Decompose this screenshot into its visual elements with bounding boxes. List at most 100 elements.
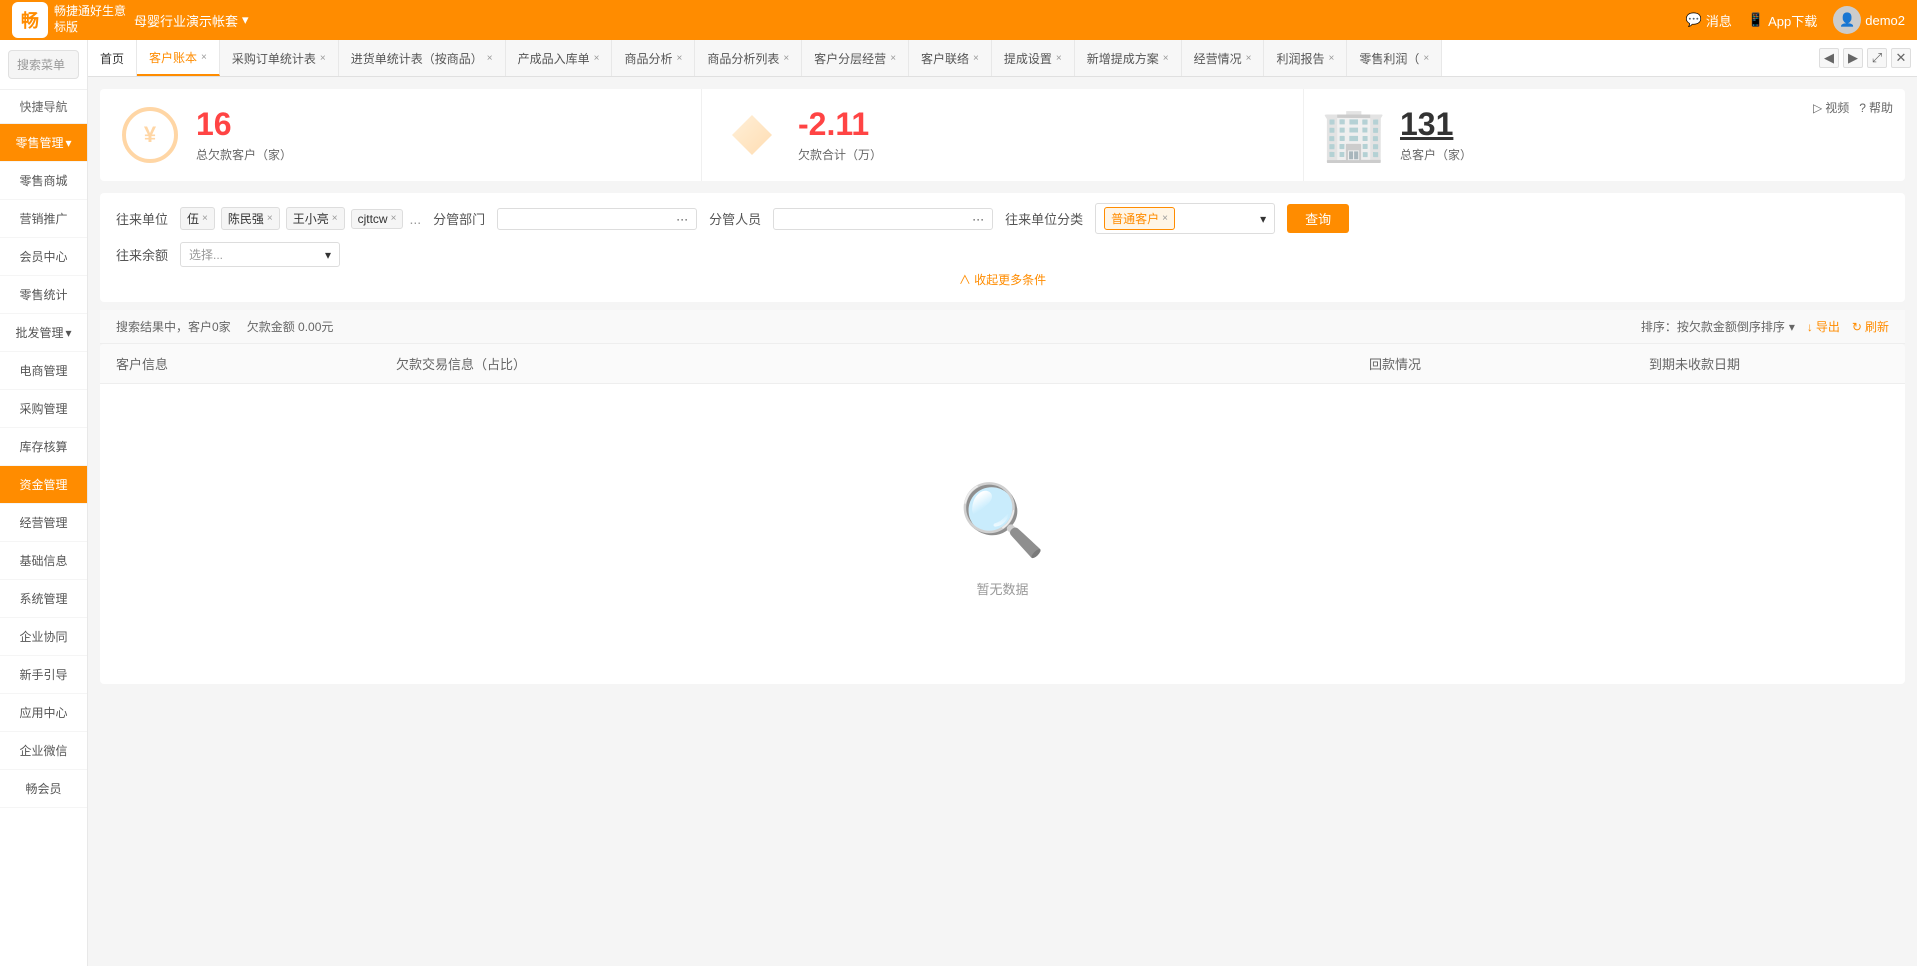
tab-accounts[interactable]: 客户账本 × bbox=[137, 40, 220, 76]
chevron-down-icon: ▾ bbox=[65, 326, 71, 340]
sidebar-item-app-center[interactable]: 应用中心 bbox=[0, 694, 87, 732]
tab-customer-contact[interactable]: 客户联络 × bbox=[909, 40, 992, 76]
balance-dropdown-arrow: ▾ bbox=[325, 248, 331, 262]
refresh-btn[interactable]: ↻ 刷新 bbox=[1852, 318, 1889, 335]
remove-tag-3[interactable]: × bbox=[332, 213, 338, 224]
sort-select[interactable]: 排序：按欠款金额倒序排序 ▾ bbox=[1641, 318, 1795, 335]
sidebar-item-retail-mall[interactable]: 零售商城 bbox=[0, 162, 87, 200]
col-due-date: 到期未收款日期 bbox=[1649, 354, 1889, 373]
dept-filter-select[interactable]: ··· bbox=[497, 208, 697, 230]
collapse-more-btn[interactable]: ∧ 收起更多条件 bbox=[116, 267, 1889, 292]
sidebar-item-retail-stats[interactable]: 零售统计 bbox=[0, 276, 87, 314]
tab-close-segment[interactable]: × bbox=[890, 53, 896, 64]
account-dropdown[interactable]: 母婴行业演示帐套 ▾ bbox=[134, 11, 249, 30]
balance-filter-select[interactable]: 选择... ▾ bbox=[180, 242, 340, 267]
tab-close-goods[interactable]: × bbox=[676, 53, 682, 64]
tab-close-new-submit[interactable]: × bbox=[1163, 53, 1169, 64]
tab-close-goods-list[interactable]: × bbox=[783, 53, 789, 64]
results-actions: 排序：按欠款金额倒序排序 ▾ ↓ 导出 ↻ 刷新 bbox=[1641, 318, 1889, 335]
sidebar-item-ecommerce[interactable]: 电商管理 bbox=[0, 352, 87, 390]
sidebar-item-member-center[interactable]: 会员中心 bbox=[0, 238, 87, 276]
sidebar-item-new-guide[interactable]: 新手引导 bbox=[0, 656, 87, 694]
filter-tag-1: 伍 × bbox=[180, 207, 215, 230]
search-button[interactable]: 查询 bbox=[1287, 204, 1349, 233]
tab-goods-analysis[interactable]: 商品分析 × bbox=[612, 40, 695, 76]
tab-close-production[interactable]: × bbox=[594, 53, 600, 64]
export-btn[interactable]: ↓ 导出 bbox=[1807, 318, 1840, 335]
tab-production[interactable]: 产成品入库单 × bbox=[506, 40, 613, 76]
sidebar-item-inventory[interactable]: 库存核算 bbox=[0, 428, 87, 466]
stat-icon-total: 🏢 bbox=[1324, 105, 1384, 165]
person-filter-select[interactable]: ··· bbox=[773, 208, 993, 230]
tab-operations[interactable]: 经营情况 × bbox=[1182, 40, 1265, 76]
refresh-icon: ↻ bbox=[1852, 320, 1862, 334]
tab-scroll-right[interactable]: ▶ bbox=[1843, 48, 1863, 68]
download-icon: 📱 bbox=[1748, 12, 1764, 28]
remove-unit-class-tag[interactable]: × bbox=[1162, 213, 1168, 224]
tab-close-contact[interactable]: × bbox=[973, 53, 979, 64]
logo-icon: 畅 bbox=[12, 2, 48, 38]
filter-tags-container: 伍 × 陈民强 × 王小亮 × cjttcw × bbox=[180, 207, 421, 230]
sidebar-search-area: 搜索菜单 bbox=[0, 40, 87, 90]
sidebar-item-capital-mgmt[interactable]: 资金管理 bbox=[0, 466, 87, 504]
unit-class-label: 往来单位分类 bbox=[1005, 209, 1083, 228]
tab-retail-profit[interactable]: 零售利润（ × bbox=[1347, 40, 1442, 76]
empty-text: 暂无数据 bbox=[976, 579, 1028, 598]
unit-class-select[interactable]: 普通客户 × ▾ bbox=[1095, 203, 1275, 234]
sidebar-item-enterprise-collab[interactable]: 企业协同 bbox=[0, 618, 87, 656]
sidebar-item-vip-member[interactable]: 畅会员 bbox=[0, 770, 87, 808]
messages-btn[interactable]: 💬 消息 bbox=[1686, 11, 1732, 30]
stat-card-total-customers: 🏢 131 总客户（家） bbox=[1304, 89, 1905, 181]
tab-customer-segment[interactable]: 客户分层经营 × bbox=[802, 40, 909, 76]
tab-home[interactable]: 首页 bbox=[88, 40, 137, 76]
tab-scroll-left[interactable]: ◀ bbox=[1819, 48, 1839, 68]
sidebar-item-system-mgmt[interactable]: 系统管理 bbox=[0, 580, 87, 618]
tab-close-all[interactable]: ✕ bbox=[1891, 48, 1911, 68]
filter-tags-more[interactable]: ... bbox=[409, 211, 421, 227]
tab-purchase-orders[interactable]: 采购订单统计表 × bbox=[220, 40, 339, 76]
balance-filter-label: 往来余额 bbox=[116, 245, 168, 264]
sort-arrow-icon: ▾ bbox=[1789, 320, 1795, 334]
tab-stock-stats[interactable]: 进货单统计表（按商品） × bbox=[339, 40, 506, 76]
filter-tag-4: cjttcw × bbox=[351, 209, 404, 229]
tab-goods-analysis-list[interactable]: 商品分析列表 × bbox=[695, 40, 802, 76]
empty-illustration: 🔍 bbox=[953, 471, 1053, 571]
tab-close-accounts[interactable]: × bbox=[201, 52, 207, 63]
page-content: ▷ 视频 ? 帮助 ¥ 16 总欠款客户（家） bbox=[88, 77, 1917, 966]
sidebar-item-enterprise-wechat[interactable]: 企业微信 bbox=[0, 732, 87, 770]
tab-new-submit[interactable]: 新增提成方案 × bbox=[1075, 40, 1182, 76]
tab-close-stock[interactable]: × bbox=[487, 53, 493, 64]
tab-close-retail-profit[interactable]: × bbox=[1423, 53, 1429, 64]
col-customer-info: 客户信息 bbox=[116, 354, 396, 373]
remove-tag-2[interactable]: × bbox=[267, 213, 273, 224]
person-dropdown-more: ··· bbox=[972, 212, 984, 226]
tab-maximize[interactable]: ⤢ bbox=[1867, 48, 1887, 68]
sidebar-item-basic-info[interactable]: 基础信息 bbox=[0, 542, 87, 580]
sidebar-item-ops-mgmt[interactable]: 经营管理 bbox=[0, 504, 87, 542]
tab-close-profit[interactable]: × bbox=[1328, 53, 1334, 64]
search-menu-button[interactable]: 搜索菜单 bbox=[8, 50, 79, 79]
sidebar-item-retail-mgmt[interactable]: 零售管理 ▾ bbox=[0, 124, 87, 162]
user-menu[interactable]: 👤 demo2 bbox=[1833, 6, 1905, 34]
sidebar-item-purchase-mgmt[interactable]: 采购管理 bbox=[0, 390, 87, 428]
results-amount: 欠款金额 0.00元 bbox=[247, 318, 334, 335]
remove-tag-4[interactable]: × bbox=[391, 213, 397, 224]
sidebar-item-quick-nav[interactable]: 快捷导航 bbox=[0, 90, 87, 124]
results-count: 搜索结果中，客户0家 bbox=[116, 318, 231, 335]
tab-submit-settings[interactable]: 提成设置 × bbox=[992, 40, 1075, 76]
sidebar-item-wholesale-mgmt[interactable]: 批发管理 ▾ bbox=[0, 314, 87, 352]
tab-profit-report[interactable]: 利润报告 × bbox=[1264, 40, 1347, 76]
tab-close-ops[interactable]: × bbox=[1246, 53, 1252, 64]
unit-class-dropdown-arrow: ▾ bbox=[1260, 212, 1266, 226]
dept-filter-label: 分管部门 bbox=[433, 209, 485, 228]
dept-dropdown-more: ··· bbox=[676, 212, 688, 226]
stat-value-customers: 16 bbox=[196, 107, 681, 142]
top-bar-left: 畅 畅捷通好生意 标版 母婴行业演示帐套 ▾ bbox=[12, 2, 249, 38]
sidebar-item-marketing[interactable]: 营销推广 bbox=[0, 200, 87, 238]
tab-close-purchase[interactable]: × bbox=[320, 53, 326, 64]
app-download-btn[interactable]: 📱 App下载 bbox=[1748, 11, 1817, 30]
tab-close-submit[interactable]: × bbox=[1056, 53, 1062, 64]
col-debt-info: 欠款交易信息（占比） bbox=[396, 354, 1369, 373]
remove-tag-1[interactable]: × bbox=[202, 213, 208, 224]
chevron-down-icon: ▾ bbox=[65, 136, 71, 150]
